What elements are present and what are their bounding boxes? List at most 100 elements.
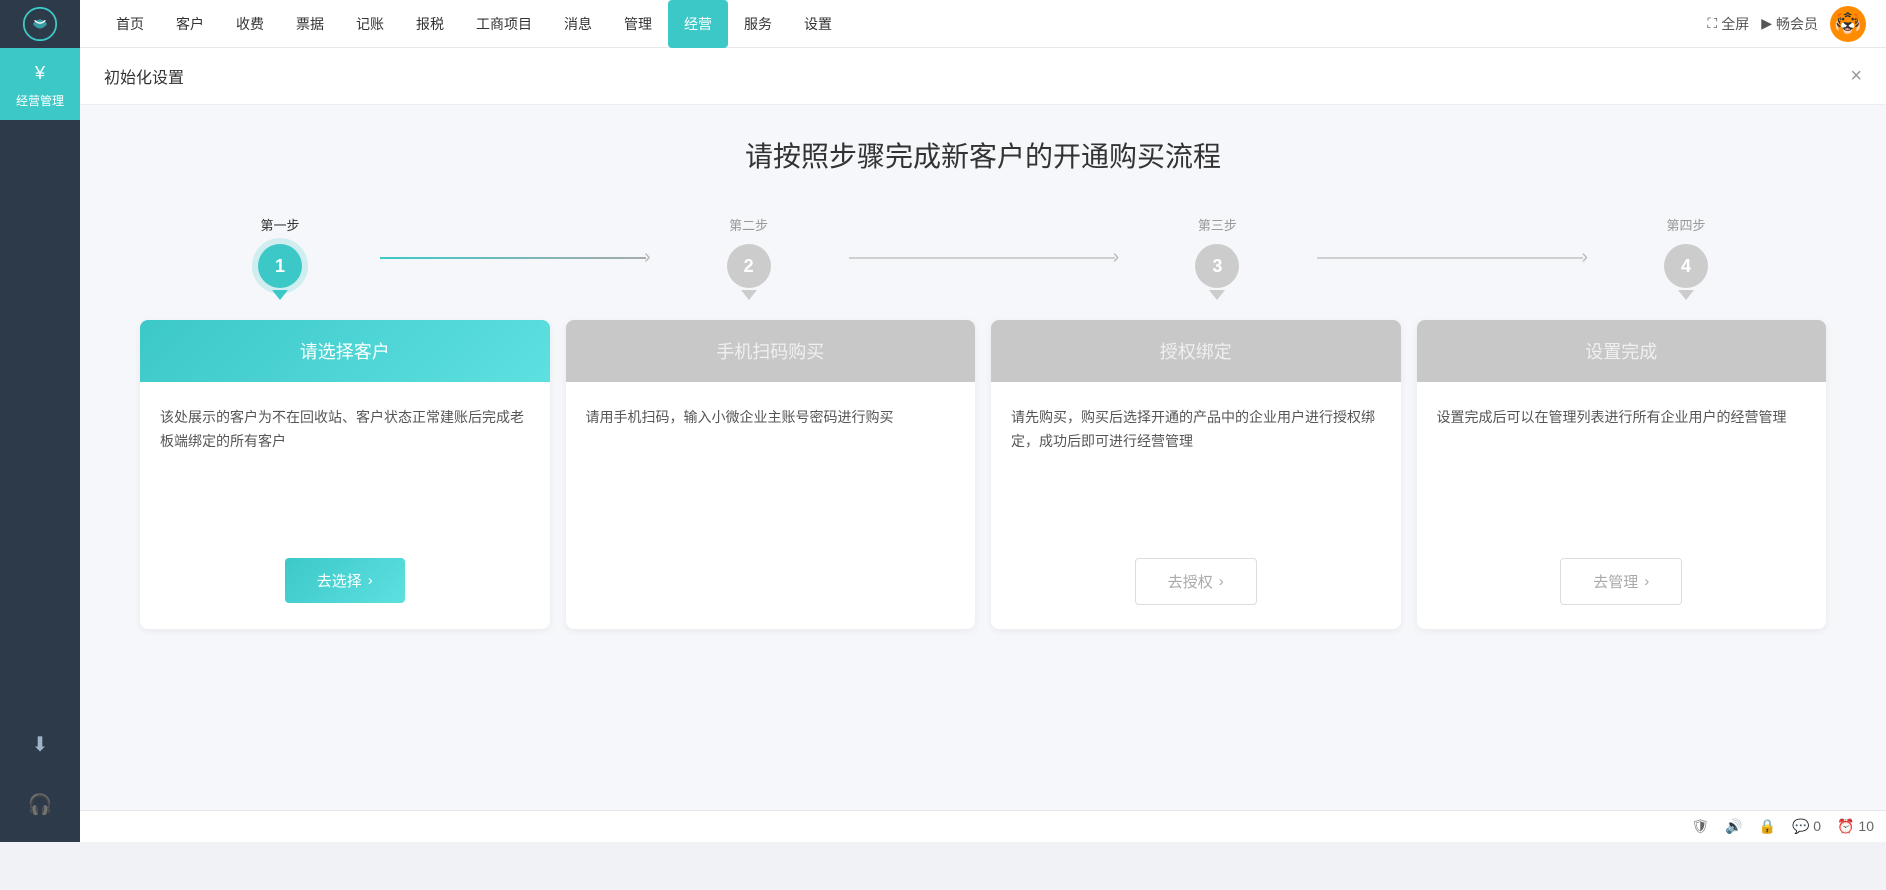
card-2-text: 请用手机扫码，输入小微企业主账号密码进行购买 [586, 409, 894, 425]
step-2-circle-wrapper: 2 [727, 244, 771, 300]
card-3-body: 请先购买，购买后选择开通的产品中的企业用户进行授权绑定，成功后即可进行经营管理 [991, 382, 1401, 542]
btn-1-label: 去选择 [317, 570, 362, 591]
step-3-indicator: 第三步 3 [1117, 215, 1317, 300]
step-card-4: 设置完成 设置完成后可以在管理列表进行所有企业用户的经营管理 去管理 › [1417, 320, 1827, 629]
status-right: 🛡 🔊 🔒 💬 0 ⏰ 10 [1691, 818, 1874, 835]
step-2-indicator: 第二步 2 [649, 215, 849, 300]
nav-right-area: ⛶ 全屏 ▶ 畅会员 🐯 [1707, 6, 1866, 42]
card-3-header: 授权绑定 [991, 320, 1401, 382]
main-content: 初始化设置 × 请按照步骤完成新客户的开通购买流程 第一步 1 › 第二步 [80, 48, 1886, 810]
step-1-label: 第一步 [260, 215, 299, 234]
connector-1-2: › [380, 246, 649, 269]
card-2-body: 请用手机扫码，输入小微企业主账号密码进行购买 [566, 382, 976, 542]
card-2-header: 手机扫码购买 [566, 320, 976, 382]
card-1-text: 该处展示的客户为不在回收站、客户状态正常建账后完成老板端绑定的所有客户 [160, 409, 524, 449]
volume-status-icon[interactable]: 🔊 [1725, 818, 1742, 835]
cards-container: 请选择客户 该处展示的客户为不在回收站、客户状态正常建账后完成老板端绑定的所有客… [120, 320, 1846, 629]
btn-3-symbol: › [1219, 573, 1224, 590]
fullscreen-icon: ⛶ [1707, 15, 1717, 32]
content-area: 请按照步骤完成新客户的开通购买流程 第一步 1 › 第二步 2 [80, 105, 1886, 659]
card-1-footer: 去选择 › [140, 542, 550, 627]
nav-accounting[interactable]: 记账 [340, 0, 400, 48]
card-1-title: 请选择客户 [300, 342, 390, 362]
step-card-3: 授权绑定 请先购买，购买后选择开通的产品中的企业用户进行授权绑定，成功后即可进行… [991, 320, 1401, 629]
step-card-2: 手机扫码购买 请用手机扫码，输入小微企业主账号密码进行购买 [566, 320, 976, 629]
card-4-body: 设置完成后可以在管理列表进行所有企业用户的经营管理 [1417, 382, 1827, 542]
fullscreen-btn[interactable]: ⛶ 全屏 [1707, 14, 1749, 34]
management-icon: ¥ [26, 60, 54, 88]
card-4-header: 设置完成 [1417, 320, 1827, 382]
btn-4-symbol: › [1644, 573, 1649, 590]
step-2-pointer [741, 290, 757, 300]
sidebar-item-management[interactable]: ¥ 经营管理 [0, 48, 80, 120]
sidebar-support[interactable]: 🎧 [0, 776, 80, 832]
sidebar-bottom: ⬇ 🎧 [0, 716, 80, 842]
btn-4-label: 去管理 [1593, 571, 1638, 592]
download-icon: ⬇ [32, 732, 49, 757]
shield-status-icon[interactable]: 🛡 [1691, 818, 1709, 835]
step-card-1: 请选择客户 该处展示的客户为不在回收站、客户状态正常建账后完成老板端绑定的所有客… [140, 320, 550, 629]
step-4-circle: 4 [1664, 244, 1708, 288]
message-status-icon[interactable]: 💬 0 [1792, 818, 1821, 835]
card-1-header: 请选择客户 [140, 320, 550, 382]
nav-customer[interactable]: 客户 [160, 0, 220, 48]
btn-3-label: 去授权 [1168, 571, 1213, 592]
step-4-label: 第四步 [1667, 215, 1706, 234]
step-3-pointer [1209, 290, 1225, 300]
card-4-title: 设置完成 [1585, 342, 1657, 362]
lock-status-icon[interactable]: 🔒 [1759, 818, 1776, 835]
status-bar: ▶ 完成 🛡 🔊 🔒 💬 0 ⏰ 10 [0, 810, 1886, 842]
btn-1-symbol: › [368, 572, 373, 589]
sidebar-item-label: 经营管理 [16, 92, 64, 109]
step-1-circle: 1 [258, 244, 302, 288]
card-3-footer: 去授权 › [991, 542, 1401, 629]
step-3-action-btn[interactable]: 去授权 › [1135, 558, 1257, 605]
nav-business[interactable]: 工商项目 [460, 0, 548, 48]
nav-manage[interactable]: 管理 [608, 0, 668, 48]
close-button[interactable]: × [1850, 66, 1862, 86]
fullscreen-label: 全屏 [1721, 14, 1749, 34]
time-status-icon: ⏰ 10 [1837, 818, 1874, 835]
top-nav: 首页 客户 收费 票据 记账 报税 工商项目 消息 管理 经营 服务 设置 ⛶ … [80, 0, 1886, 48]
steps-row: 第一步 1 › 第二步 2 › [120, 215, 1846, 300]
nav-message[interactable]: 消息 [548, 0, 608, 48]
card-3-title: 授权绑定 [1160, 342, 1232, 362]
card-2-footer [566, 542, 976, 582]
step-1-action-btn[interactable]: 去选择 › [285, 558, 405, 603]
user-avatar[interactable]: 🐯 [1830, 6, 1866, 42]
page-header: 初始化设置 × [80, 48, 1886, 105]
nav-home[interactable]: 首页 [100, 0, 160, 48]
nav-service[interactable]: 服务 [728, 0, 788, 48]
sidebar: ¥ 经营管理 ⬇ 🎧 [0, 0, 80, 842]
support-icon: 🎧 [28, 792, 53, 817]
connector-3-4: › [1317, 246, 1586, 269]
step-3-circle-wrapper: 3 [1195, 244, 1239, 300]
step-4-indicator: 第四步 4 [1586, 215, 1786, 300]
nav-fee[interactable]: 收费 [220, 0, 280, 48]
step-2-circle: 2 [727, 244, 771, 288]
step-3-circle: 3 [1195, 244, 1239, 288]
nav-invoice[interactable]: 票据 [280, 0, 340, 48]
flow-title: 请按照步骤完成新客户的开通购买流程 [120, 135, 1846, 175]
card-3-text: 请先购买，购买后选择开通的产品中的企业用户进行授权绑定，成功后即可进行经营管理 [1011, 409, 1375, 449]
page-title: 初始化设置 [104, 64, 184, 88]
connector-line-2 [849, 257, 1115, 259]
card-1-body: 该处展示的客户为不在回收站、客户状态正常建账后完成老板端绑定的所有客户 [140, 382, 550, 542]
member-btn[interactable]: ▶ 畅会员 [1761, 14, 1818, 34]
step-4-circle-wrapper: 4 [1664, 244, 1708, 300]
nav-tax[interactable]: 报税 [400, 0, 460, 48]
step-4-action-btn[interactable]: 去管理 › [1560, 558, 1682, 605]
sidebar-download[interactable]: ⬇ [0, 716, 80, 772]
card-2-title: 手机扫码购买 [716, 342, 824, 362]
connector-2-3: › [849, 246, 1118, 269]
step-3-label: 第三步 [1198, 215, 1237, 234]
connector-line-3 [1317, 257, 1583, 259]
step-4-pointer [1678, 290, 1694, 300]
step-1-pointer [272, 290, 288, 300]
nav-settings[interactable]: 设置 [788, 0, 848, 48]
step-2-label: 第二步 [729, 215, 768, 234]
play-icon: ▶ [1761, 15, 1772, 32]
card-4-footer: 去管理 › [1417, 542, 1827, 629]
member-label: 畅会员 [1776, 14, 1818, 34]
nav-operation[interactable]: 经营 [668, 0, 728, 48]
